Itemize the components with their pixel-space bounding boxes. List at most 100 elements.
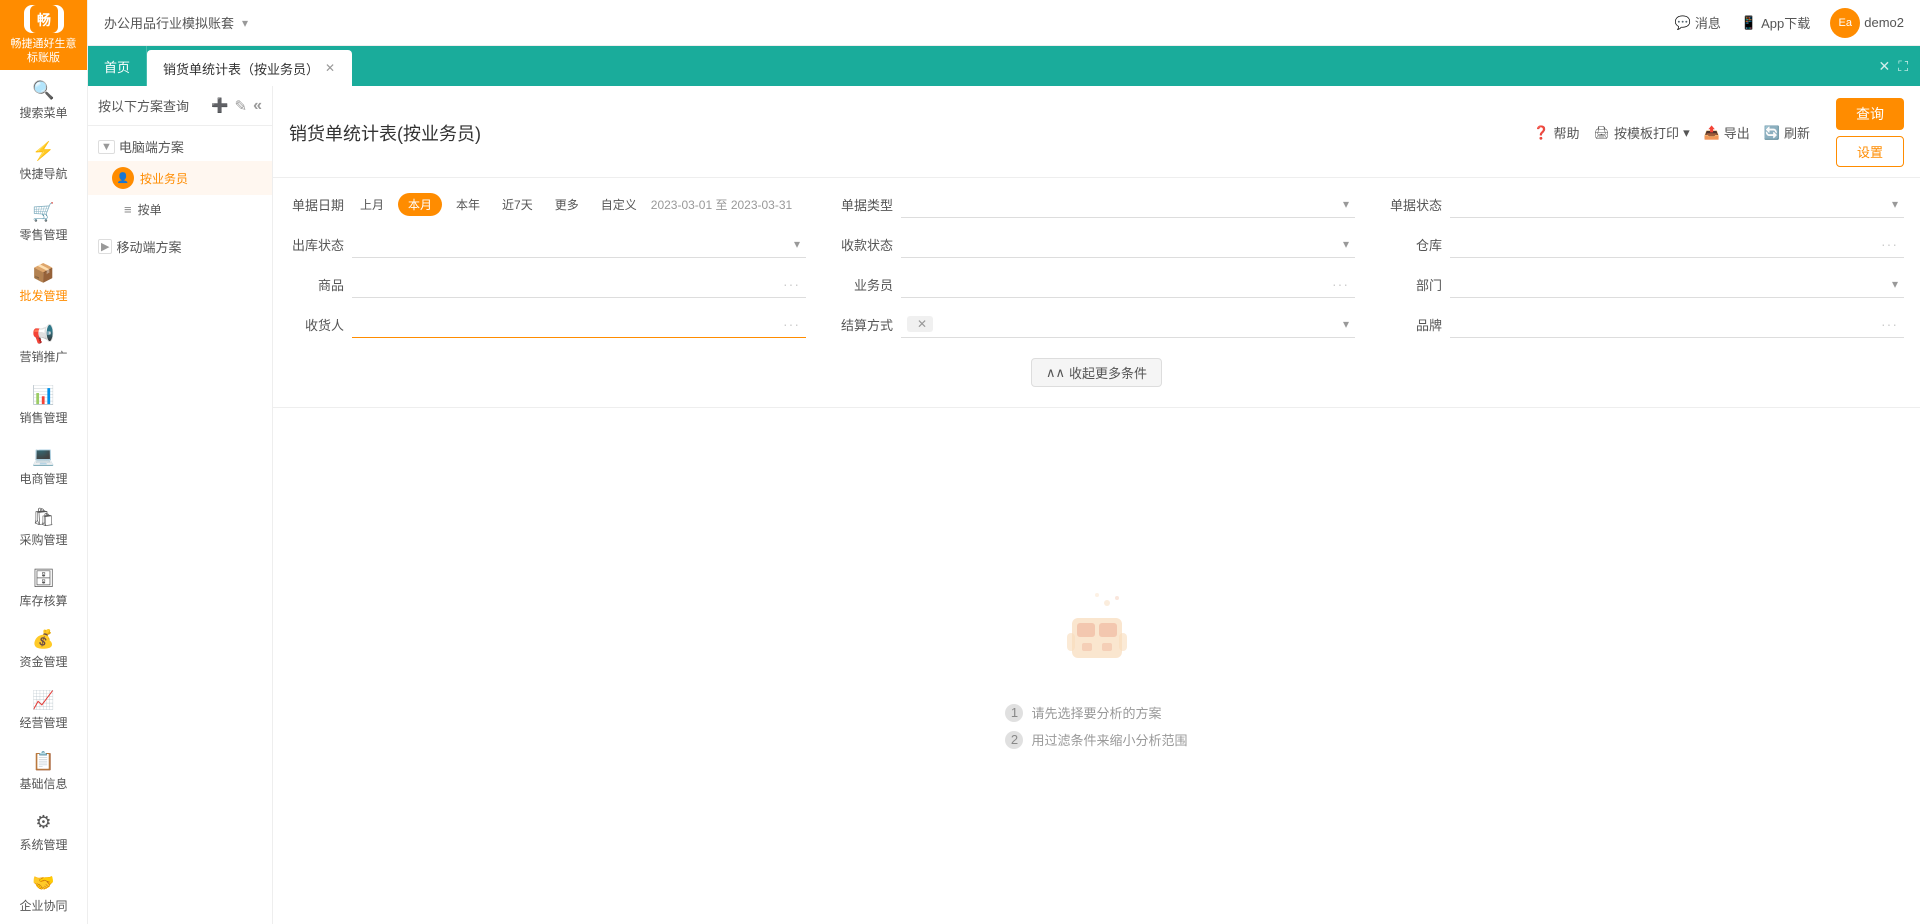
tab-fullscreen-icon[interactable]: ⛶ [1898, 58, 1908, 75]
laptop-icon: 💻 [32, 446, 54, 467]
sidebar-item-basic-info[interactable]: 📋 基础信息 [0, 741, 87, 802]
message-button[interactable]: 💬 消息 [1675, 13, 1721, 32]
empty-state-image [1047, 583, 1147, 683]
title-dropdown-icon[interactable]: ▾ [242, 16, 248, 30]
sidebar-label-retail: 零售管理 [19, 226, 67, 243]
tab-close-all-icon[interactable]: ✕ [1878, 58, 1890, 75]
tab-sales-stat-label: 销货单统计表（按业务员） [163, 59, 319, 78]
print-dropdown-icon[interactable]: ▾ [1683, 125, 1690, 141]
sidebar: 畅 畅捷通好生意 标账版 🔍 搜索菜单 ⚡ 快捷导航 🛒 零售管理 📦 批发管理… [0, 0, 88, 924]
receiver-more-icon[interactable]: ··· [783, 316, 800, 332]
warehouse-more-icon[interactable]: ··· [1881, 236, 1898, 252]
sidebar-label-finance: 资金管理 [19, 653, 67, 670]
tabs-bar-right: ✕ ⛶ [1878, 58, 1920, 75]
sidebar-label-ecommerce: 电商管理 [19, 470, 67, 487]
search-icon: 🔍 [32, 80, 54, 101]
salesperson-select[interactable]: ··· [901, 270, 1355, 298]
filter-item-warehouse: 仓库 ··· [1387, 230, 1904, 258]
add-scheme-icon[interactable]: ➕ [211, 97, 228, 115]
scheme-order-label: 按单 [138, 201, 162, 218]
brand-more-icon[interactable]: ··· [1881, 316, 1898, 332]
sidebar-item-purchase[interactable]: 🛍 采购管理 [0, 497, 87, 558]
lightning-icon: ⚡ [32, 141, 54, 162]
sidebar-item-operations[interactable]: 📈 经营管理 [0, 680, 87, 741]
date-btn-this-year[interactable]: 本年 [448, 193, 488, 216]
goods-select[interactable]: ··· [352, 270, 806, 298]
app-download-button[interactable]: 📱 App下载 [1741, 13, 1810, 32]
filter-item-date: 单据日期 上月 本月 本年 近7天 更多 自定义 2023-03-01 至 20… [289, 193, 806, 216]
top-header-left: 办公用品行业模拟账套 ▾ [104, 13, 248, 32]
edit-scheme-icon[interactable]: ✎ [235, 97, 248, 115]
clipboard-icon: 📋 [32, 751, 54, 772]
date-range-display: 2023-03-01 至 2023-03-31 [651, 196, 792, 213]
sidebar-item-wholesale[interactable]: 📦 批发管理 [0, 253, 87, 314]
salesperson-more-icon[interactable]: ··· [1332, 276, 1349, 292]
user-menu-button[interactable]: Ea demo2 [1830, 8, 1904, 38]
filter-item-doc-type: 单据类型 ▾ [838, 190, 1355, 218]
filter-row-3: 商品 ··· 业务员 ··· [289, 270, 1904, 298]
sidebar-item-finance[interactable]: 💰 资金管理 [0, 619, 87, 680]
refresh-button[interactable]: 🔄 刷新 [1764, 123, 1810, 142]
tabs-bar: 首页 销货单统计表（按业务员） ✕ ✕ ⛶ [88, 46, 1920, 86]
cart-icon: 🛒 [32, 202, 54, 223]
doc-type-select[interactable]: ▾ [901, 190, 1355, 218]
sidebar-label-shortcuts: 快捷导航 [19, 165, 67, 182]
department-select[interactable]: ▾ [1450, 270, 1904, 298]
date-btn-7days[interactable]: 近7天 [494, 193, 541, 216]
logo-main-text: 畅捷通好生意 [11, 37, 77, 51]
tab-close-icon[interactable]: ✕ [325, 61, 335, 75]
sidebar-item-retail[interactable]: 🛒 零售管理 [0, 192, 87, 253]
doc-type-caret: ▾ [1343, 197, 1349, 211]
refresh-icon: 🔄 [1764, 125, 1780, 141]
app-title: 办公用品行业模拟账套 [104, 13, 234, 32]
sidebar-item-ecommerce[interactable]: 💻 电商管理 [0, 436, 87, 497]
help-button[interactable]: ❓ 帮助 [1533, 123, 1579, 142]
collapse-filters-button[interactable]: ∧∧ 收起更多条件 [1031, 358, 1162, 387]
scheme-group-desktop-header[interactable]: ▼ 电脑端方案 [88, 132, 272, 161]
sidebar-item-system[interactable]: ⚙ 系统管理 [0, 802, 87, 863]
settings-button[interactable]: 设置 [1836, 136, 1904, 167]
right-panel: 销货单统计表(按业务员) ❓ 帮助 🖨 按模板打印 ▾ 📤 导出 [273, 86, 1920, 924]
hint-2: 2 用过滤条件来缩小分析范围 [1005, 730, 1187, 749]
date-btn-this-month[interactable]: 本月 [398, 193, 442, 216]
date-btn-last-month[interactable]: 上月 [352, 193, 392, 216]
query-button[interactable]: 查询 [1836, 98, 1904, 130]
date-filter-controls: 上月 本月 本年 近7天 更多 自定义 2023-03-01 至 2023-03… [352, 193, 792, 216]
brand-select[interactable]: ··· [1450, 310, 1904, 338]
tab-sales-stat[interactable]: 销货单统计表（按业务员） ✕ [147, 50, 352, 86]
sidebar-item-search[interactable]: 🔍 搜索菜单 [0, 70, 87, 131]
tab-home[interactable]: 首页 [88, 46, 147, 86]
date-btn-more[interactable]: 更多 [547, 193, 587, 216]
filter-area: 单据日期 上月 本月 本年 近7天 更多 自定义 2023-03-01 至 20… [273, 178, 1920, 408]
payment-status-select[interactable]: ▾ [901, 230, 1355, 258]
sidebar-label-sales: 销售管理 [19, 409, 67, 426]
date-btn-custom[interactable]: 自定义 [593, 193, 645, 216]
scheme-item-by-salesperson[interactable]: 👤 按业务员 [88, 161, 272, 195]
scheme-item-by-order[interactable]: ≡ 按单 [88, 195, 272, 224]
sidebar-item-collab[interactable]: 🤝 企业协同 [0, 863, 87, 924]
settlement-select[interactable]: ✕ ▾ [901, 310, 1355, 338]
sidebar-item-inventory[interactable]: 🗄 库存核算 [0, 558, 87, 619]
print-button[interactable]: 🖨 按模板打印 ▾ [1594, 123, 1690, 142]
desktop-group-label: 电脑端方案 [119, 137, 184, 156]
receiver-label: 收货人 [289, 315, 344, 334]
top-header: 办公用品行业模拟账套 ▾ 💬 消息 📱 App下载 Ea demo2 [88, 0, 1920, 46]
warehouse-select[interactable]: ··· [1450, 230, 1904, 258]
collapse-panel-icon[interactable]: « [253, 97, 262, 115]
sidebar-label-collab: 企业协同 [19, 897, 67, 914]
export-button[interactable]: 📤 导出 [1704, 123, 1750, 142]
receiver-input[interactable]: ··· [352, 310, 806, 338]
settlement-clear-icon[interactable]: ✕ [917, 317, 927, 331]
scheme-salesperson-label: 按业务员 [140, 170, 188, 187]
warehouse-label: 仓库 [1387, 235, 1442, 254]
goods-more-icon[interactable]: ··· [783, 276, 800, 292]
scheme-group-mobile-header[interactable]: ▶ 移动端方案 [88, 232, 272, 261]
doc-status-select[interactable]: ▾ [1450, 190, 1904, 218]
sidebar-item-shortcuts[interactable]: ⚡ 快捷导航 [0, 131, 87, 192]
sidebar-label-marketing: 营销推广 [19, 348, 67, 365]
out-status-select[interactable]: ▾ [352, 230, 806, 258]
date-filter-label: 单据日期 [289, 195, 344, 214]
sidebar-item-sales[interactable]: 📊 销售管理 [0, 375, 87, 436]
filter-row-2: 出库状态 ▾ 收款状态 ▾ [289, 230, 1904, 258]
sidebar-item-marketing[interactable]: 📢 营销推广 [0, 314, 87, 375]
